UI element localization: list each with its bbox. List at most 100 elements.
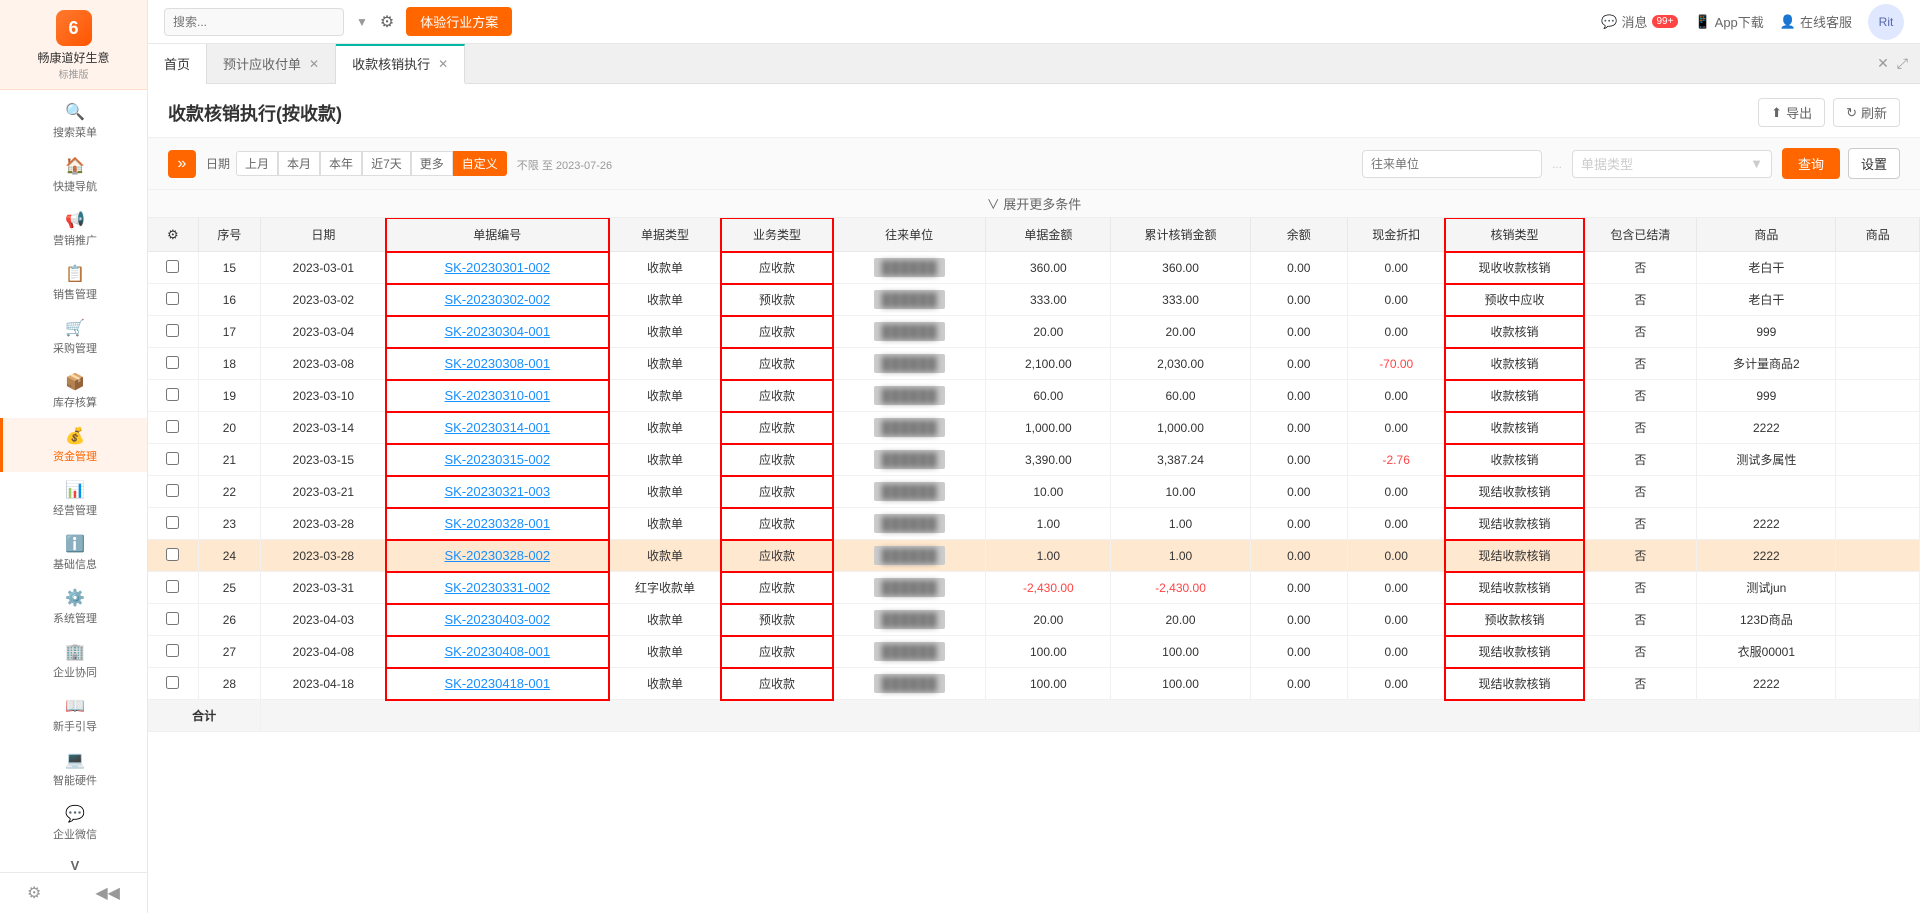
row-doc-no[interactable]: SK-20230314-001 — [386, 412, 609, 444]
row-checkbox[interactable] — [148, 380, 198, 412]
doc-no-link[interactable]: SK-20230403-002 — [445, 612, 551, 627]
doc-no-link[interactable]: SK-20230418-001 — [445, 676, 551, 691]
sidebar-item-sales[interactable]: 📋 销售管理 — [0, 256, 147, 310]
row-seq: 26 — [198, 604, 261, 636]
refresh-button[interactable]: ↻ 刷新 — [1833, 98, 1900, 127]
row-checkbox[interactable] — [148, 348, 198, 380]
row-checkbox[interactable] — [148, 476, 198, 508]
row-doc-no[interactable]: SK-20230403-002 — [386, 604, 609, 636]
sidebar-item-member[interactable]: V 畅会员 — [0, 850, 147, 872]
sidebar-item-label: 搜索菜单 — [53, 124, 97, 140]
this-month-btn[interactable]: 本月 — [278, 151, 320, 176]
online-service-button[interactable]: 👤 在线客服 — [1780, 12, 1852, 31]
doc-no-link[interactable]: SK-20230314-001 — [445, 420, 551, 435]
row-write-off-type: 现结收款核销 — [1445, 508, 1584, 540]
counterpart-input[interactable] — [1362, 150, 1542, 178]
col-settings[interactable]: ⚙ — [148, 218, 198, 252]
row-doc-no[interactable]: SK-20230331-002 — [386, 572, 609, 604]
tab-home[interactable]: 首页 — [148, 44, 207, 84]
col-cumulative: 累计核销金额 — [1111, 218, 1250, 252]
row-doc-no[interactable]: SK-20230418-001 — [386, 668, 609, 700]
settings-gear-icon[interactable]: ⚙ — [380, 12, 394, 32]
last-7-days-btn[interactable]: 近7天 — [362, 151, 411, 176]
row-checkbox[interactable] — [148, 604, 198, 636]
tab-precheck[interactable]: 预计应收付单 ✕ — [207, 44, 336, 84]
last-month-btn[interactable]: 上月 — [236, 151, 278, 176]
inventory-icon: 📦 — [65, 372, 85, 392]
row-doc-no[interactable]: SK-20230302-002 — [386, 284, 609, 316]
row-doc-no[interactable]: SK-20230315-002 — [386, 444, 609, 476]
tab-collection[interactable]: 收款核销执行 ✕ — [336, 44, 465, 84]
row-checkbox[interactable] — [148, 284, 198, 316]
doc-no-link[interactable]: SK-20230301-002 — [445, 260, 551, 275]
topbar-search-input[interactable] — [164, 8, 344, 36]
settings-bottom-icon[interactable]: ⚙ — [27, 883, 41, 903]
sidebar-item-quicknav[interactable]: 🏠 快捷导航 — [0, 148, 147, 202]
doc-no-link[interactable]: SK-20230308-001 — [445, 356, 551, 371]
app-download-button[interactable]: 📱 App下载 — [1694, 12, 1763, 31]
message-button[interactable]: 💬 消息 99+ — [1601, 12, 1678, 31]
row-checkbox[interactable] — [148, 540, 198, 572]
table-row: 21 2023-03-15 SK-20230315-002 收款单 应收款 ██… — [148, 444, 1920, 476]
user-avatar[interactable]: Rit — [1868, 4, 1904, 40]
row-balance: 0.00 — [1250, 476, 1347, 508]
row-doc-no[interactable]: SK-20230328-001 — [386, 508, 609, 540]
row-checkbox[interactable] — [148, 316, 198, 348]
export-button[interactable]: ⬆ 导出 — [1758, 98, 1825, 127]
doc-no-link[interactable]: SK-20230304-001 — [445, 324, 551, 339]
row-doc-no[interactable]: SK-20230321-003 — [386, 476, 609, 508]
row-product: 2222 — [1697, 540, 1836, 572]
row-product2 — [1836, 380, 1920, 412]
maximize-icon[interactable]: ⤢ — [1897, 55, 1908, 72]
industry-solution-button[interactable]: 体验行业方案 — [406, 7, 512, 36]
row-doc-no[interactable]: SK-20230308-001 — [386, 348, 609, 380]
doc-no-link[interactable]: SK-20230310-001 — [445, 388, 551, 403]
expand-conditions-bar[interactable]: ∨ 展开更多条件 — [148, 190, 1920, 218]
sidebar-item-system[interactable]: ⚙️ 系统管理 — [0, 580, 147, 634]
row-doc-no[interactable]: SK-20230328-002 — [386, 540, 609, 572]
search-button[interactable]: 查询 — [1782, 148, 1840, 179]
doc-no-link[interactable]: SK-20230315-002 — [445, 452, 551, 467]
row-doc-no[interactable]: SK-20230408-001 — [386, 636, 609, 668]
doc-no-link[interactable]: SK-20230408-001 — [445, 644, 551, 659]
sidebar-item-wechat[interactable]: 💬 企业微信 — [0, 796, 147, 850]
sidebar-item-search[interactable]: 🔍 搜索菜单 — [0, 94, 147, 148]
sidebar-item-corp[interactable]: 🏢 企业协同 — [0, 634, 147, 688]
filter-settings-button[interactable]: 设置 — [1848, 148, 1900, 179]
row-checkbox[interactable] — [148, 444, 198, 476]
sidebar-item-guide[interactable]: 📖 新手引导 — [0, 688, 147, 742]
doc-no-link[interactable]: SK-20230302-002 — [445, 292, 551, 307]
more-date-btn[interactable]: 更多 — [411, 151, 453, 176]
doc-no-link[interactable]: SK-20230321-003 — [445, 484, 551, 499]
doc-no-link[interactable]: SK-20230328-001 — [445, 516, 551, 531]
row-checkbox[interactable] — [148, 252, 198, 284]
sidebar-item-operation[interactable]: 📊 经营管理 — [0, 472, 147, 526]
row-doc-no[interactable]: SK-20230301-002 — [386, 252, 609, 284]
sidebar-item-hardware[interactable]: 💻 智能硬件 — [0, 742, 147, 796]
row-doc-no[interactable]: SK-20230310-001 — [386, 380, 609, 412]
sidebar-item-marketing[interactable]: 📢 营销推广 — [0, 202, 147, 256]
row-include-cleared: 否 — [1584, 540, 1697, 572]
row-product2 — [1836, 412, 1920, 444]
row-checkbox[interactable] — [148, 572, 198, 604]
tab-collection-close[interactable]: ✕ — [438, 57, 448, 71]
sidebar-item-purchase[interactable]: 🛒 采购管理 — [0, 310, 147, 364]
row-checkbox[interactable] — [148, 636, 198, 668]
doc-no-link[interactable]: SK-20230331-002 — [445, 580, 551, 595]
close-all-tabs-icon[interactable]: ✕ — [1877, 55, 1889, 72]
tab-precheck-close[interactable]: ✕ — [309, 57, 319, 71]
row-checkbox[interactable] — [148, 508, 198, 540]
row-doc-no[interactable]: SK-20230304-001 — [386, 316, 609, 348]
custom-date-btn[interactable]: 自定义 — [453, 151, 507, 176]
row-checkbox[interactable] — [148, 668, 198, 700]
row-checkbox[interactable] — [148, 412, 198, 444]
filter-expand-button[interactable]: » — [168, 150, 196, 178]
this-year-btn[interactable]: 本年 — [320, 151, 362, 176]
doc-no-link[interactable]: SK-20230328-002 — [445, 548, 551, 563]
collapse-sidebar-icon[interactable]: ◀◀ — [95, 883, 120, 903]
sidebar-item-finance[interactable]: 💰 资金管理 — [0, 418, 147, 472]
sidebar-item-basic[interactable]: ℹ️ 基础信息 — [0, 526, 147, 580]
topbar-dropdown-arrow[interactable]: ▼ — [356, 15, 368, 29]
doc-type-select[interactable]: 单据类型 ▼ — [1572, 150, 1772, 178]
sidebar-item-inventory[interactable]: 📦 库存核算 — [0, 364, 147, 418]
